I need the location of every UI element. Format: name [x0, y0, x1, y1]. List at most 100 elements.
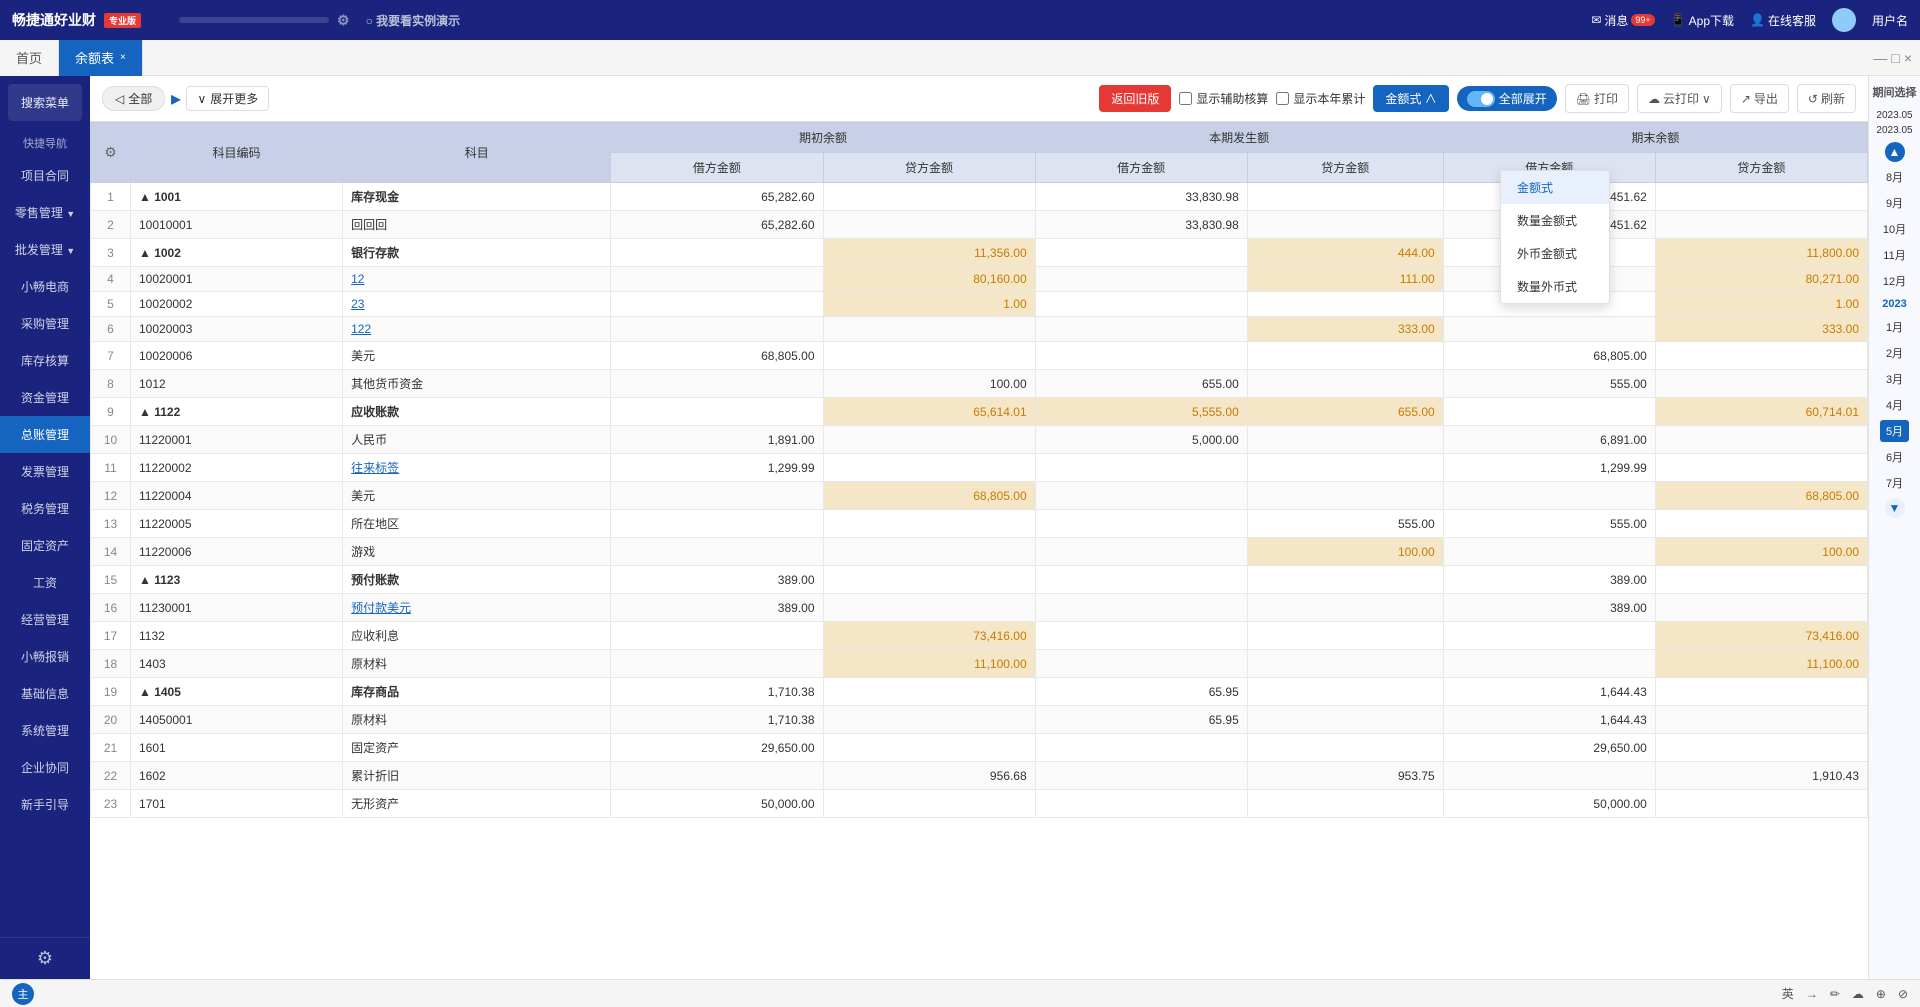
- print-btn[interactable]: 🖨 打印: [1565, 84, 1629, 113]
- cell-subject[interactable]: 人民币: [343, 426, 611, 454]
- year-2023[interactable]: 2023: [1878, 296, 1910, 312]
- export-btn[interactable]: ↗ 导出: [1730, 84, 1789, 113]
- sidebar-item-ecommerce[interactable]: 小畅电商: [0, 268, 90, 305]
- cell-subject[interactable]: 所在地区: [343, 510, 611, 538]
- breadcrumb-arrow-icon[interactable]: ▶: [171, 92, 180, 106]
- show-ytd-label: 显示本年累计: [1293, 90, 1365, 107]
- expand-more-btn[interactable]: ∨ 展开更多: [186, 86, 269, 111]
- window-close-btn[interactable]: ×: [1904, 50, 1912, 66]
- cell-credit_close: [1655, 183, 1867, 211]
- cell-subject[interactable]: 往来标签: [343, 454, 611, 482]
- month-8[interactable]: 8月: [1880, 166, 1909, 188]
- cell-subject[interactable]: 应收利息: [343, 622, 611, 650]
- sidebar-item-wholesale[interactable]: 批发管理 ▼: [0, 231, 90, 268]
- status-add-icon[interactable]: ⊕: [1876, 987, 1886, 1001]
- user-avatar[interactable]: [1832, 8, 1856, 32]
- return-old-btn[interactable]: 返回旧版: [1099, 85, 1171, 112]
- cell-subject[interactable]: 固定资产: [343, 734, 611, 762]
- tab-trial-balance[interactable]: 余额表 ×: [59, 40, 143, 76]
- sidebar-item-project[interactable]: 项目合同: [0, 157, 90, 194]
- month-6[interactable]: 6月: [1880, 446, 1909, 468]
- sidebar-item-fixed-assets[interactable]: 固定资产: [0, 527, 90, 564]
- jine-option-quantity-amount[interactable]: 数量金额式: [1501, 204, 1609, 237]
- status-icon-main[interactable]: 主: [12, 983, 34, 1005]
- sidebar-item-invoice[interactable]: 发票管理: [0, 453, 90, 490]
- cell-code: 11220004: [131, 482, 343, 510]
- cell-credit_period: [1247, 292, 1443, 317]
- cell-debit_open: [611, 538, 823, 566]
- cell-subject[interactable]: 23: [343, 292, 611, 317]
- tab-home[interactable]: 首页: [0, 40, 59, 76]
- status-disable-icon[interactable]: ⊘: [1898, 987, 1908, 1001]
- show-helper-checkbox[interactable]: [1179, 92, 1192, 105]
- cell-subject: 库存商品: [343, 678, 611, 706]
- status-lang[interactable]: 英: [1782, 985, 1794, 1002]
- sidebar-search[interactable]: 搜索菜单: [8, 84, 82, 121]
- sidebar-item-salary[interactable]: 工资: [0, 564, 90, 601]
- sidebar-item-basic[interactable]: 基础信息: [0, 675, 90, 712]
- cell-subject[interactable]: 其他货币资金: [343, 370, 611, 398]
- sidebar-item-tax[interactable]: 税务管理: [0, 490, 90, 527]
- month-11[interactable]: 11月: [1877, 244, 1911, 266]
- prev-year-btn[interactable]: ▲: [1885, 142, 1905, 162]
- cell-subject[interactable]: 预付款美元: [343, 594, 611, 622]
- cell-subject[interactable]: 12: [343, 267, 611, 292]
- cell-subject[interactable]: 美元: [343, 342, 611, 370]
- month-9[interactable]: 9月: [1880, 192, 1909, 214]
- sidebar-item-purchase[interactable]: 采购管理: [0, 305, 90, 342]
- cell-subject[interactable]: 122: [343, 317, 611, 342]
- sidebar-item-retail[interactable]: 零售管理 ▼: [0, 194, 90, 231]
- cell-credit_open: [823, 211, 1035, 239]
- cell-subject[interactable]: 游戏: [343, 538, 611, 566]
- status-cloud-icon[interactable]: ☁: [1852, 987, 1864, 1001]
- cell-subject: 预付账款: [343, 566, 611, 594]
- expand-all-btn[interactable]: 全部展开: [1457, 86, 1557, 111]
- cell-subject[interactable]: 原材料: [343, 706, 611, 734]
- cell-subject[interactable]: 回回回: [343, 211, 611, 239]
- sidebar-settings-btn[interactable]: ⚙: [0, 937, 90, 979]
- cell-subject[interactable]: 无形资产: [343, 790, 611, 818]
- month-1[interactable]: 1月: [1880, 316, 1909, 338]
- breadcrumb-all-btn[interactable]: ◁ 全部: [102, 86, 165, 111]
- jine-option-foreign-amount[interactable]: 外币金额式: [1501, 237, 1609, 270]
- refresh-btn[interactable]: ↺ 刷新: [1797, 84, 1856, 113]
- sidebar-item-inventory[interactable]: 库存核算: [0, 342, 90, 379]
- status-edit-icon[interactable]: ✏: [1830, 987, 1840, 1001]
- month-5[interactable]: 5月: [1880, 420, 1909, 442]
- jine-dropdown-btn[interactable]: 金额式 ∧: [1373, 85, 1448, 112]
- month-7[interactable]: 7月: [1880, 472, 1909, 494]
- jine-option-jine[interactable]: 金额式: [1501, 171, 1609, 204]
- sidebar-item-operations[interactable]: 经营管理: [0, 601, 90, 638]
- tab-close-icon[interactable]: ×: [120, 52, 126, 63]
- month-12[interactable]: 12月: [1877, 270, 1912, 292]
- cell-subject[interactable]: 原材料: [343, 650, 611, 678]
- sidebar-item-funds[interactable]: 资金管理: [0, 379, 90, 416]
- month-3[interactable]: 3月: [1880, 368, 1909, 390]
- cell-credit_close: [1655, 678, 1867, 706]
- col-debit-period: 借方金额: [1035, 153, 1247, 183]
- cell-subject[interactable]: 累计折旧: [343, 762, 611, 790]
- app-download-btn[interactable]: 📱 App下载: [1671, 12, 1734, 29]
- month-4[interactable]: 4月: [1880, 394, 1909, 416]
- cell-subject[interactable]: 美元: [343, 482, 611, 510]
- demo-link[interactable]: ○ 我要看实例演示: [366, 12, 461, 29]
- service-btn[interactable]: 👤 在线客服: [1750, 12, 1816, 29]
- window-minimize-btn[interactable]: —: [1873, 50, 1887, 66]
- show-ytd-checkbox[interactable]: [1276, 92, 1289, 105]
- window-maximize-btn[interactable]: □: [1891, 50, 1899, 66]
- table-settings-icon[interactable]: ⚙: [104, 144, 117, 160]
- month-2[interactable]: 2月: [1880, 342, 1909, 364]
- cell-debit_period: 655.00: [1035, 370, 1247, 398]
- next-year-btn[interactable]: ▼: [1885, 498, 1905, 518]
- jine-option-quantity-foreign[interactable]: 数量外币式: [1501, 270, 1609, 303]
- sidebar-item-collab[interactable]: 企业协同: [0, 749, 90, 786]
- sidebar-item-nav: 快捷导航: [0, 129, 90, 157]
- sidebar-item-expense[interactable]: 小畅报销: [0, 638, 90, 675]
- sidebar-item-guide[interactable]: 新手引导: [0, 786, 90, 823]
- settings-icon[interactable]: ⚙: [337, 12, 350, 29]
- month-10[interactable]: 10月: [1877, 218, 1912, 240]
- sidebar-item-system[interactable]: 系统管理: [0, 712, 90, 749]
- message-btn[interactable]: ✉ 消息 99+: [1591, 12, 1654, 29]
- sidebar-item-ledger[interactable]: 总账管理: [0, 416, 90, 453]
- cloud-print-btn[interactable]: ☁ 云打印 ∨: [1637, 84, 1722, 113]
